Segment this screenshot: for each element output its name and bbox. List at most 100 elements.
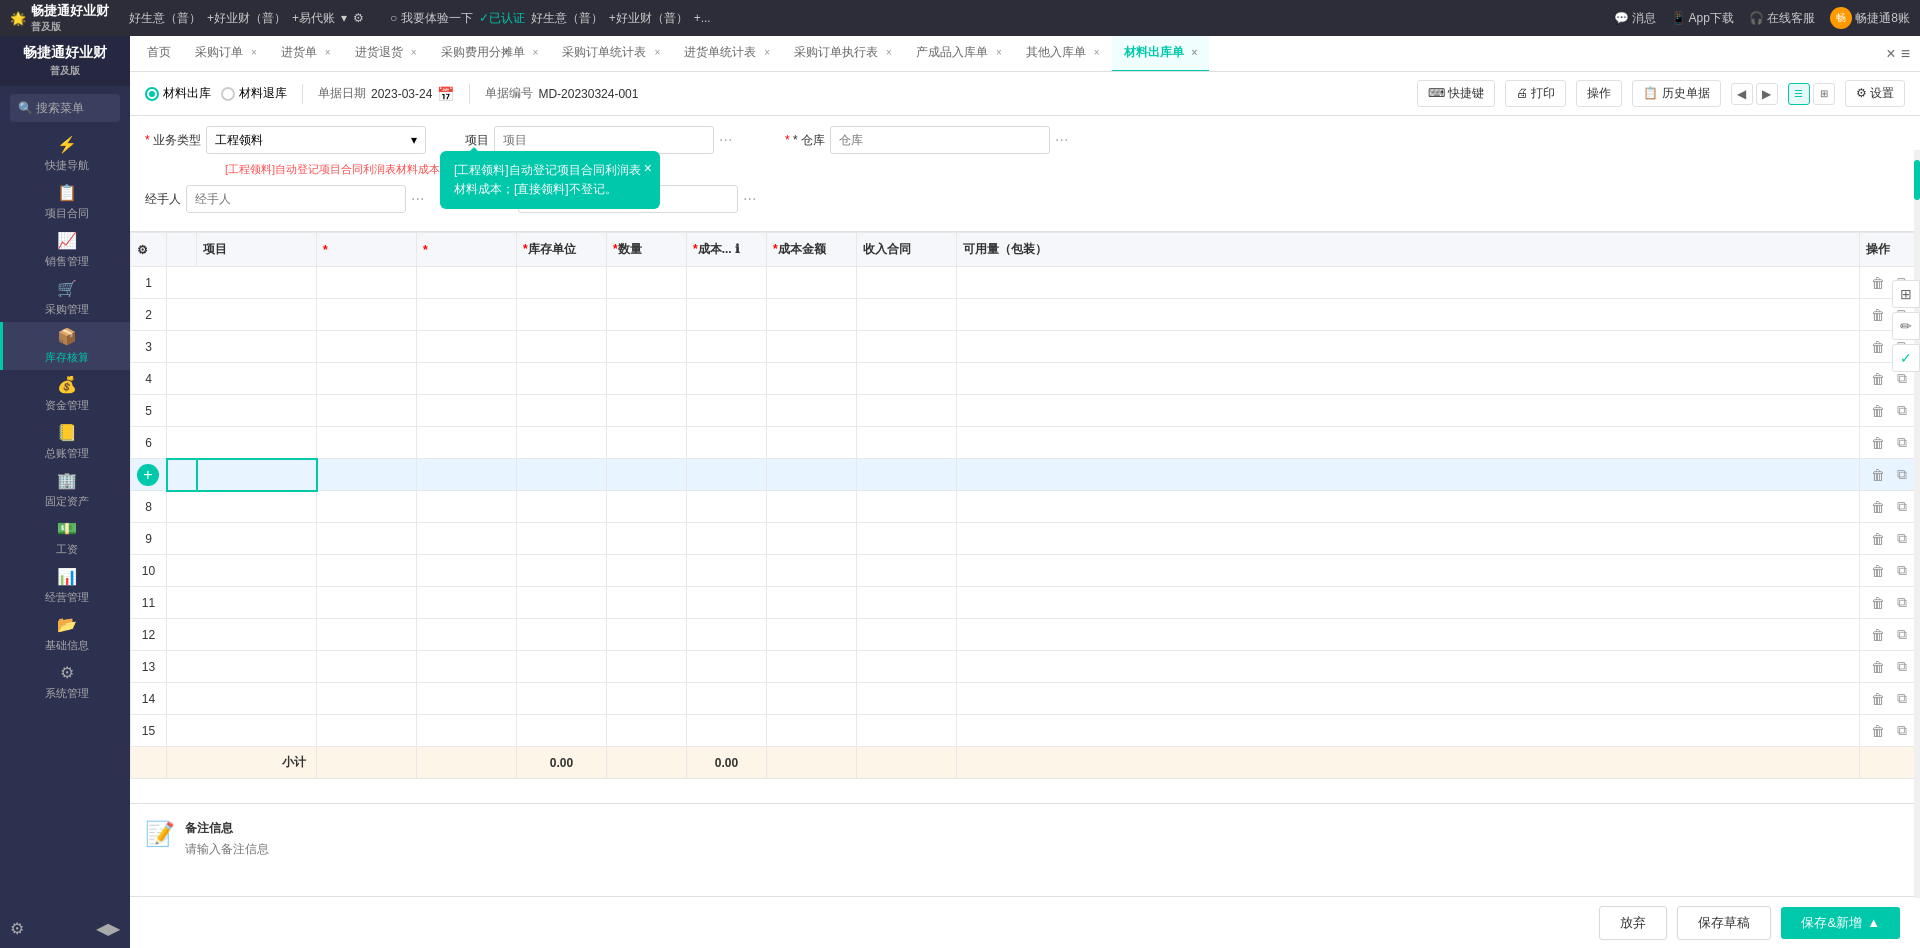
th-settings[interactable]: ⚙ bbox=[131, 233, 167, 267]
tooltip-close-btn[interactable]: × bbox=[644, 157, 652, 179]
delete-row-btn[interactable]: 🗑 bbox=[1868, 401, 1888, 421]
sidebar-item-inventory[interactable]: 📦 库存核算 bbox=[0, 322, 130, 370]
tab-more[interactable]: ≡ bbox=[1901, 45, 1910, 63]
tab-close-material-issue[interactable]: × bbox=[1192, 47, 1198, 58]
calendar-icon[interactable]: 📅 bbox=[437, 86, 454, 102]
nav-dropdown[interactable]: ▾ bbox=[341, 11, 347, 25]
tab-close-purchase-order[interactable]: × bbox=[251, 47, 257, 58]
tab-material-issue[interactable]: 材料出库单 × bbox=[1112, 36, 1210, 72]
delete-row-btn[interactable]: 🗑 bbox=[1868, 657, 1888, 677]
tab-purchase-exec[interactable]: 采购订单执行表 × bbox=[782, 36, 904, 72]
right-panel-btn-3[interactable]: ✓ bbox=[1892, 344, 1920, 372]
discard-button[interactable]: 放弃 bbox=[1599, 906, 1667, 940]
scrollbar[interactable] bbox=[1914, 150, 1920, 898]
delete-row-btn[interactable]: 🗑 bbox=[1868, 529, 1888, 549]
save-draft-button[interactable]: 保存草稿 bbox=[1677, 906, 1771, 940]
tab-close-purchase-exec[interactable]: × bbox=[886, 47, 892, 58]
save-new-button[interactable]: 保存&新增 ▲ bbox=[1781, 907, 1900, 939]
tab-receipt-stat[interactable]: 进货单统计表 × bbox=[672, 36, 782, 72]
copy-row-btn[interactable]: ⧉ bbox=[1892, 625, 1912, 645]
tab-home[interactable]: 首页 bbox=[135, 36, 183, 72]
add-row-btn[interactable]: + bbox=[137, 464, 159, 486]
copy-row-btn[interactable]: ⧉ bbox=[1892, 689, 1912, 709]
nav-item-5[interactable]: +好业财（普） bbox=[609, 10, 688, 27]
delete-row-btn[interactable]: 🗑 bbox=[1868, 337, 1888, 357]
copy-row-btn[interactable]: ⧉ bbox=[1892, 465, 1912, 485]
copy-row-btn[interactable]: ⧉ bbox=[1892, 401, 1912, 421]
print-btn[interactable]: 🖨 打印 bbox=[1505, 80, 1566, 107]
save-dropdown-icon[interactable]: ▲ bbox=[1867, 915, 1880, 930]
sidebar-item-base-info[interactable]: 📂 基础信息 bbox=[0, 610, 130, 658]
sidebar-item-finance[interactable]: 💰 资金管理 bbox=[0, 370, 130, 418]
copy-row-btn[interactable]: ⧉ bbox=[1892, 721, 1912, 741]
handler-input[interactable] bbox=[186, 185, 406, 213]
tab-close-other-receipt[interactable]: × bbox=[1094, 47, 1100, 58]
sidebar-item-system[interactable]: ⚙ 系统管理 bbox=[0, 658, 130, 706]
nav-settings[interactable]: ⚙ bbox=[353, 11, 364, 25]
sidebar-item-salary[interactable]: 💵 工资 bbox=[0, 514, 130, 562]
warehouse-dots[interactable]: ··· bbox=[1055, 131, 1068, 149]
grid-view-btn[interactable]: ⊞ bbox=[1813, 83, 1835, 105]
right-panel-btn-1[interactable]: ⊞ bbox=[1892, 280, 1920, 308]
warehouse-input[interactable] bbox=[830, 126, 1050, 154]
delete-row-btn[interactable]: 🗑 bbox=[1868, 433, 1888, 453]
tab-close-finished-goods[interactable]: × bbox=[996, 47, 1002, 58]
delete-row-btn[interactable]: 🗑 bbox=[1868, 465, 1888, 485]
sidebar-item-ledger[interactable]: 📒 总账管理 bbox=[0, 418, 130, 466]
delete-row-btn[interactable]: 🗑 bbox=[1868, 369, 1888, 389]
copy-row-btn[interactable]: ⧉ bbox=[1892, 433, 1912, 453]
sidebar-item-quick-nav[interactable]: ⚡ 快捷导航 bbox=[0, 130, 130, 178]
nav-item-2[interactable]: +好业财（普） bbox=[207, 10, 286, 27]
sidebar-item-sales[interactable]: 📈 销售管理 bbox=[0, 226, 130, 274]
row-project[interactable] bbox=[167, 267, 317, 299]
tab-goods-receipt[interactable]: 进货单 × bbox=[269, 36, 343, 72]
tab-close-receipt-stat[interactable]: × bbox=[764, 47, 770, 58]
settings-btn[interactable]: ⚙ 设置 bbox=[1845, 80, 1905, 107]
sidebar-settings-btn[interactable]: ⚙ bbox=[10, 919, 24, 938]
nav-trial[interactable]: ○ 我要体验一下 bbox=[390, 10, 473, 27]
handler-dots[interactable]: ··· bbox=[411, 190, 424, 208]
search-menu-btn[interactable]: 🔍 搜索菜单 bbox=[10, 94, 120, 122]
right-panel-btn-2[interactable]: ✏ bbox=[1892, 312, 1920, 340]
next-btn[interactable]: ▶ bbox=[1756, 83, 1778, 105]
shortcut-btn[interactable]: ⌨ 快捷键 bbox=[1417, 80, 1495, 107]
copy-row-btn[interactable]: ⧉ bbox=[1892, 593, 1912, 613]
tab-purchase-stat[interactable]: 采购订单统计表 × bbox=[550, 36, 672, 72]
history-btn[interactable]: 📋 历史单据 bbox=[1632, 80, 1720, 107]
tab-close-goods-receipt[interactable]: × bbox=[325, 47, 331, 58]
delete-row-btn[interactable]: 🗑 bbox=[1868, 305, 1888, 325]
sidebar-item-project[interactable]: 📋 项目合同 bbox=[0, 178, 130, 226]
nav-item-4[interactable]: 好生意（普） bbox=[531, 10, 603, 27]
tab-close-goods-return[interactable]: × bbox=[411, 47, 417, 58]
tab-close-purchase-expense[interactable]: × bbox=[533, 47, 539, 58]
project-input[interactable] bbox=[494, 126, 714, 154]
nav-item-3[interactable]: +易代账 bbox=[292, 10, 335, 27]
tab-goods-return[interactable]: 进货退货 × bbox=[343, 36, 429, 72]
tab-purchase-expense[interactable]: 采购费用分摊单 × bbox=[429, 36, 551, 72]
delete-row-btn[interactable]: 🗑 bbox=[1868, 561, 1888, 581]
nav-item-1[interactable]: 好生意（普） bbox=[129, 10, 201, 27]
delete-row-btn[interactable]: 🗑 bbox=[1868, 273, 1888, 293]
income-contract-dots[interactable]: ··· bbox=[743, 190, 756, 208]
delete-row-btn[interactable]: 🗑 bbox=[1868, 497, 1888, 517]
project-dots[interactable]: ··· bbox=[719, 131, 732, 149]
business-type-select[interactable]: 工程领料 ▾ bbox=[206, 126, 426, 154]
tab-finished-goods[interactable]: 产成品入库单 × bbox=[904, 36, 1014, 72]
tab-close-purchase-stat[interactable]: × bbox=[654, 47, 660, 58]
copy-row-btn[interactable]: ⧉ bbox=[1892, 657, 1912, 677]
delete-row-btn[interactable]: 🗑 bbox=[1868, 721, 1888, 741]
copy-row-btn[interactable]: ⧉ bbox=[1892, 561, 1912, 581]
copy-row-btn[interactable]: ⧉ bbox=[1892, 529, 1912, 549]
sidebar-item-purchase[interactable]: 🛒 采购管理 bbox=[0, 274, 130, 322]
operation-btn[interactable]: 操作 bbox=[1576, 80, 1622, 107]
tab-other-receipt[interactable]: 其他入库单 × bbox=[1014, 36, 1112, 72]
tab-close-all[interactable]: × bbox=[1886, 45, 1895, 63]
tab-purchase-order[interactable]: 采购订单 × bbox=[183, 36, 269, 72]
list-view-btn[interactable]: ☰ bbox=[1788, 83, 1810, 105]
sidebar-item-assets[interactable]: 🏢 固定资产 bbox=[0, 466, 130, 514]
sidebar-item-management[interactable]: 📊 经营管理 bbox=[0, 562, 130, 610]
row-7-col2[interactable] bbox=[197, 459, 317, 491]
prev-btn[interactable]: ◀ bbox=[1731, 83, 1753, 105]
message-btn[interactable]: 💬 消息 bbox=[1614, 10, 1656, 27]
user-info[interactable]: 畅 畅捷通8账 bbox=[1830, 7, 1910, 29]
